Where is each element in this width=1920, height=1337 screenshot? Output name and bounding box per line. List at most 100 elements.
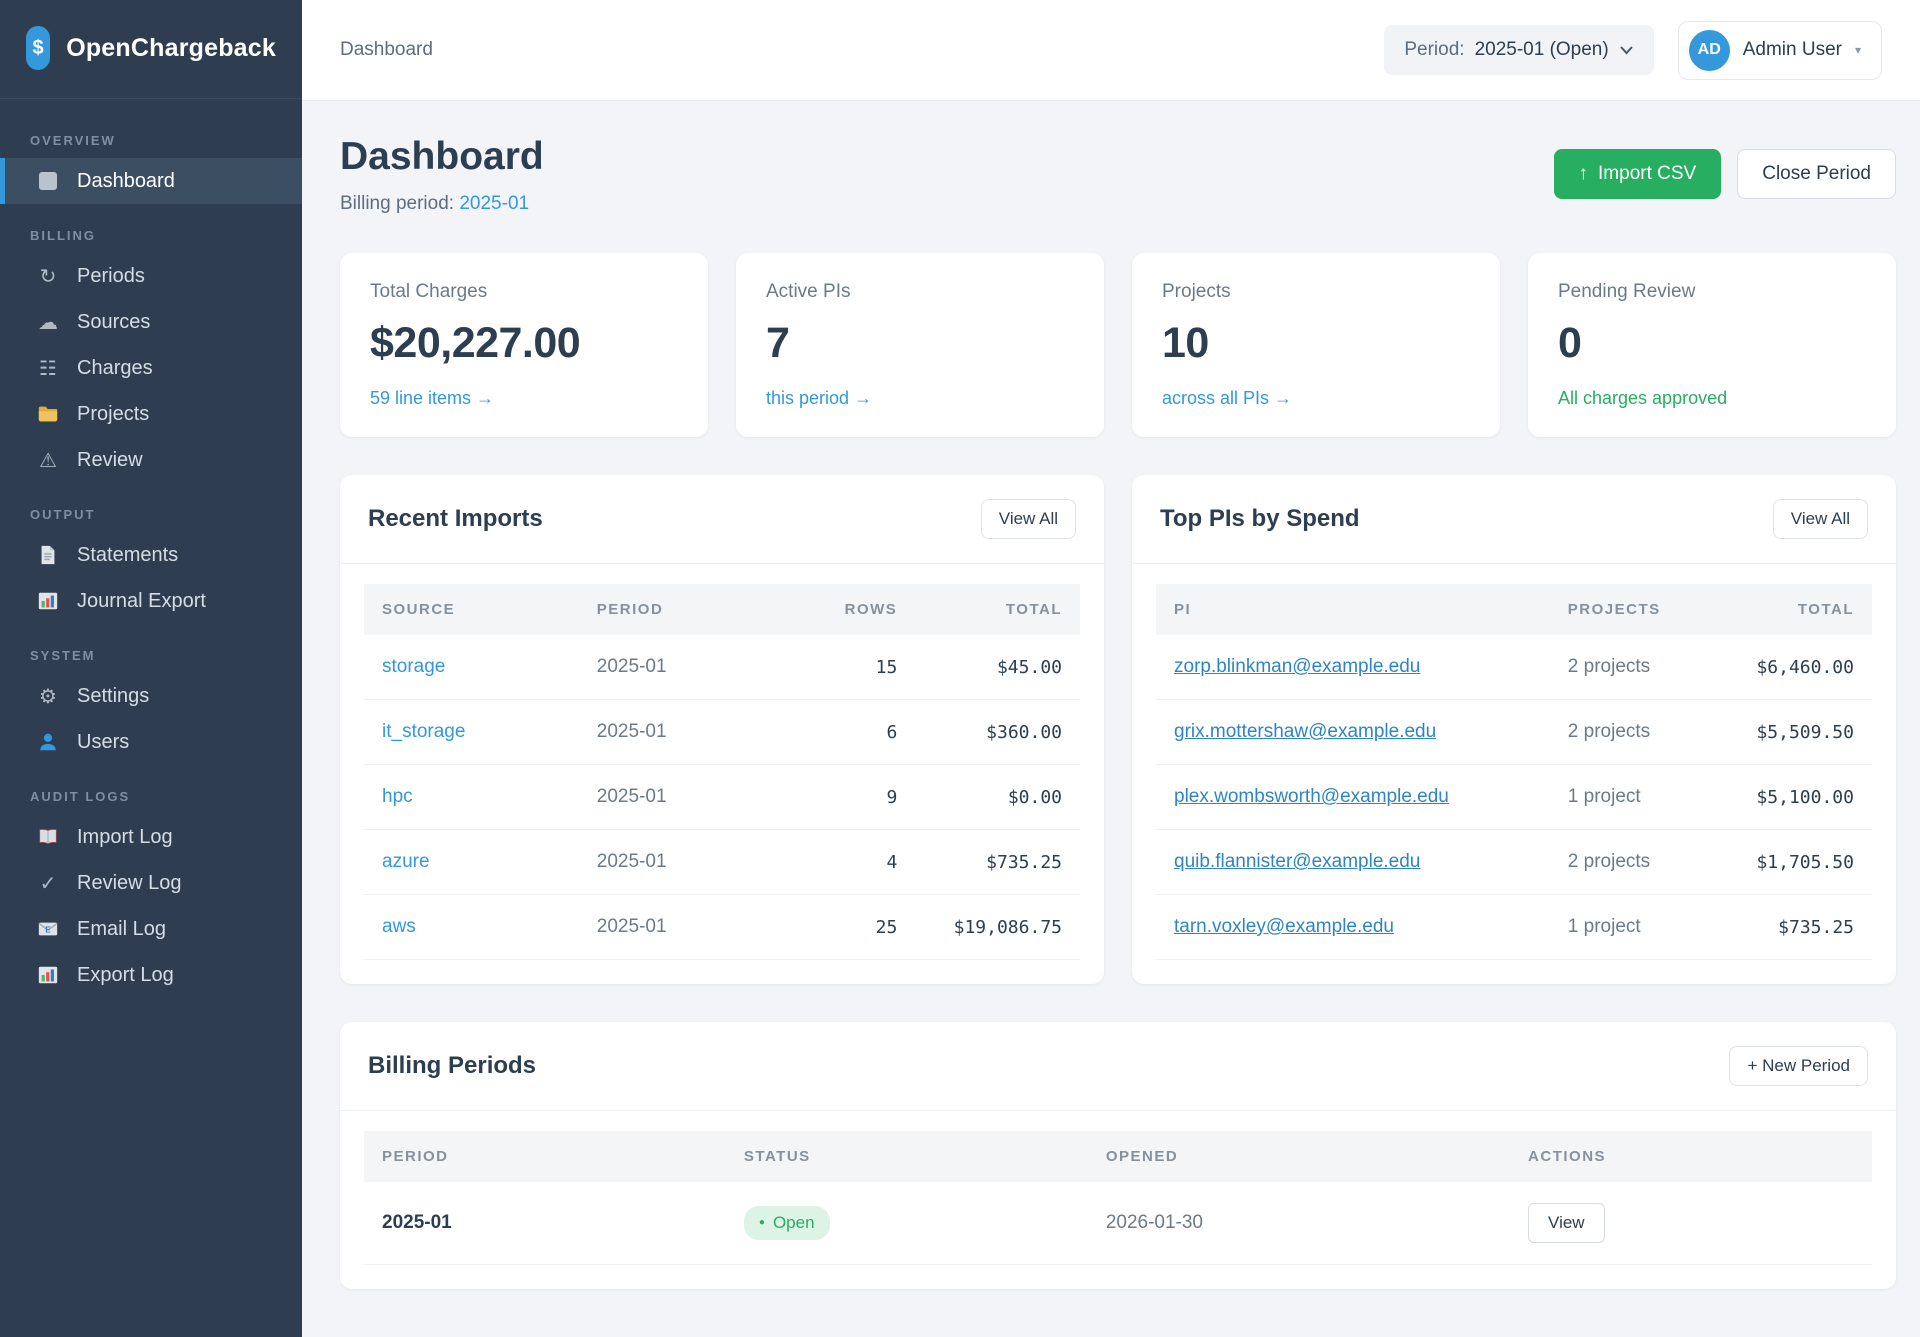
sidebar-item-label: Email Log [77,917,166,940]
projects-cell: 2 projects [1549,829,1736,895]
sidebar-item-label: Projects [77,402,150,425]
sidebar-item-label: Users [77,730,130,753]
sidebar-item-label: Export Log [77,963,174,986]
pi-cell: tarn.voxley@example.edu [1156,894,1550,960]
import-csv-button[interactable]: ↑ Import CSV [1553,149,1722,199]
caret-down-icon: ▾ [1854,43,1861,57]
sidebar-item-review-log[interactable]: ✓ Review Log [0,860,302,906]
pi-email-link[interactable]: grix.mottershaw@example.edu [1174,721,1436,742]
user-menu[interactable]: AD Admin User ▾ [1677,20,1882,80]
stat-value: 7 [766,319,790,367]
sidebar-item-periods[interactable]: ↻ Periods [0,253,302,299]
column-header: Total [915,584,1080,635]
list-icon: ☷ [39,356,57,380]
sidebar-item-export-log[interactable]: Export Log [0,952,302,998]
projects-cell: 1 project [1549,764,1736,830]
rows-cell: 15 [793,635,916,700]
new-period-button[interactable]: + New Period [1729,1046,1868,1086]
panel-header: Recent Imports View All [340,475,1104,564]
table-row: storage 2025-01 15 $45.00 [364,635,1080,700]
sidebar-item-journal-export[interactable]: Journal Export [0,578,302,624]
rows-cell: 4 [793,829,916,895]
app-logo: $ OpenChargeback [0,0,302,99]
sidebar-item-users[interactable]: Users [0,719,302,765]
period-cell: 2025-01 [578,699,794,765]
svg-text:E: E [45,926,51,935]
stat-link[interactable]: this period → [766,388,872,408]
panel-title: Recent Imports [368,505,543,532]
stat-value: 10 [1162,319,1209,367]
sidebar-item-label: Review [77,448,143,471]
billing-period-label: Billing period: [340,193,455,214]
projects-cell: 2 projects [1549,635,1736,700]
topbar: Dashboard Period: 2025-01 (Open) AD Admi… [302,0,1920,101]
table-row: plex.wombsworth@example.edu 1 project $5,1… [1156,764,1872,830]
stat-card-pending-review: Pending Review 0 All charges approved [1528,253,1896,437]
user-name: Admin User [1742,39,1842,60]
pi-email-link[interactable]: plex.wombsworth@example.edu [1174,786,1449,807]
warning-icon: ⚠ [39,448,57,472]
sidebar-nav: Overview Dashboard Billing ↻ Periods ☁ Sources… [0,99,302,998]
page-header: Dashboard Billing period: 2025-01 ↑ Impo… [340,135,1896,215]
pi-cell: plex.wombsworth@example.edu [1156,764,1550,830]
billing-period-link[interactable]: 2025-01 [459,193,529,214]
column-header: Total [1735,584,1872,635]
topbar-right: Period: 2025-01 (Open) AD Admin User ▾ [1384,20,1882,80]
period-cell: 2025-01 [364,1182,726,1265]
period-cell: 2025-01 [578,894,794,960]
view-all-button[interactable]: View All [980,499,1076,539]
pi-email-link[interactable]: zorp.blinkman@example.edu [1174,656,1420,677]
view-all-button[interactable]: View All [1772,499,1868,539]
app-title: OpenChargeback [66,33,276,62]
sidebar-section-label-overview: Overview [30,133,116,148]
sidebar-item-settings[interactable]: ⚙ Settings [0,673,302,719]
billing-periods-panel: Billing Periods + New Period Period Stat… [340,1022,1896,1289]
recent-imports-table: Source Period Rows Total storage 2025-01 1… [364,584,1080,960]
sidebar-item-charges[interactable]: ☷ Charges [0,345,302,391]
stat-link[interactable]: across all PIs → [1162,388,1292,408]
source-link[interactable]: hpc [382,786,413,807]
table-row: it_storage 2025-01 6 $360.00 [364,699,1080,765]
table-row: hpc 2025-01 9 $0.00 [364,764,1080,830]
pi-email-link[interactable]: quib.flannister@example.edu [1174,851,1420,872]
breadcrumb[interactable]: Dashboard [340,39,433,61]
source-cell: hpc [364,764,579,830]
total-cell: $735.25 [1735,894,1872,960]
pi-cell: grix.mottershaw@example.edu [1156,699,1550,765]
rows-cell: 9 [793,764,916,830]
source-link[interactable]: aws [382,916,416,937]
close-period-button[interactable]: Close Period [1737,149,1896,199]
stat-card-active-pis: Active PIs 7 this period → [736,253,1104,437]
stat-value: 0 [1558,319,1582,367]
sidebar-item-projects[interactable]: Projects [0,391,302,437]
source-link[interactable]: storage [382,656,445,677]
projects-cell: 1 project [1549,894,1736,960]
period-cell: 2025-01 [578,829,794,895]
column-header: Opened [1087,1131,1511,1182]
sidebar-item-dashboard[interactable]: Dashboard [0,158,302,204]
sidebar-item-sources[interactable]: ☁ Sources [0,299,302,345]
view-button[interactable]: View [1528,1203,1605,1243]
stat-label: Total Charges [370,281,488,302]
sidebar-item-import-log[interactable]: Import Log [0,814,302,860]
column-header: Source [364,584,579,635]
stat-link[interactable]: 59 line items → [370,388,494,408]
sidebar-section-label-output: Output [30,507,96,522]
panel-header: Billing Periods + New Period [340,1022,1896,1111]
refresh-icon: ↻ [39,264,57,288]
status-cell: ● Open [725,1182,1088,1265]
stat-label: Active PIs [766,281,851,302]
source-link[interactable]: azure [382,851,430,872]
avatar: AD [1688,29,1730,71]
total-cell: $1,705.50 [1735,829,1872,895]
mid-panels: Recent Imports View All Source Period Ro… [340,475,1896,984]
stats-row: Total Charges $20,227.00 59 line items →… [340,253,1896,437]
sidebar-item-email-log[interactable]: E Email Log [0,906,302,952]
sidebar-item-review[interactable]: ⚠ Review [0,437,302,483]
period-select[interactable]: Period: 2025-01 (Open) [1384,25,1654,75]
page-title: Dashboard [340,135,544,178]
bar-chart-icon [35,964,61,986]
source-link[interactable]: it_storage [382,721,465,742]
pi-email-link[interactable]: tarn.voxley@example.edu [1174,916,1394,937]
sidebar-item-statements[interactable]: Statements [0,532,302,578]
